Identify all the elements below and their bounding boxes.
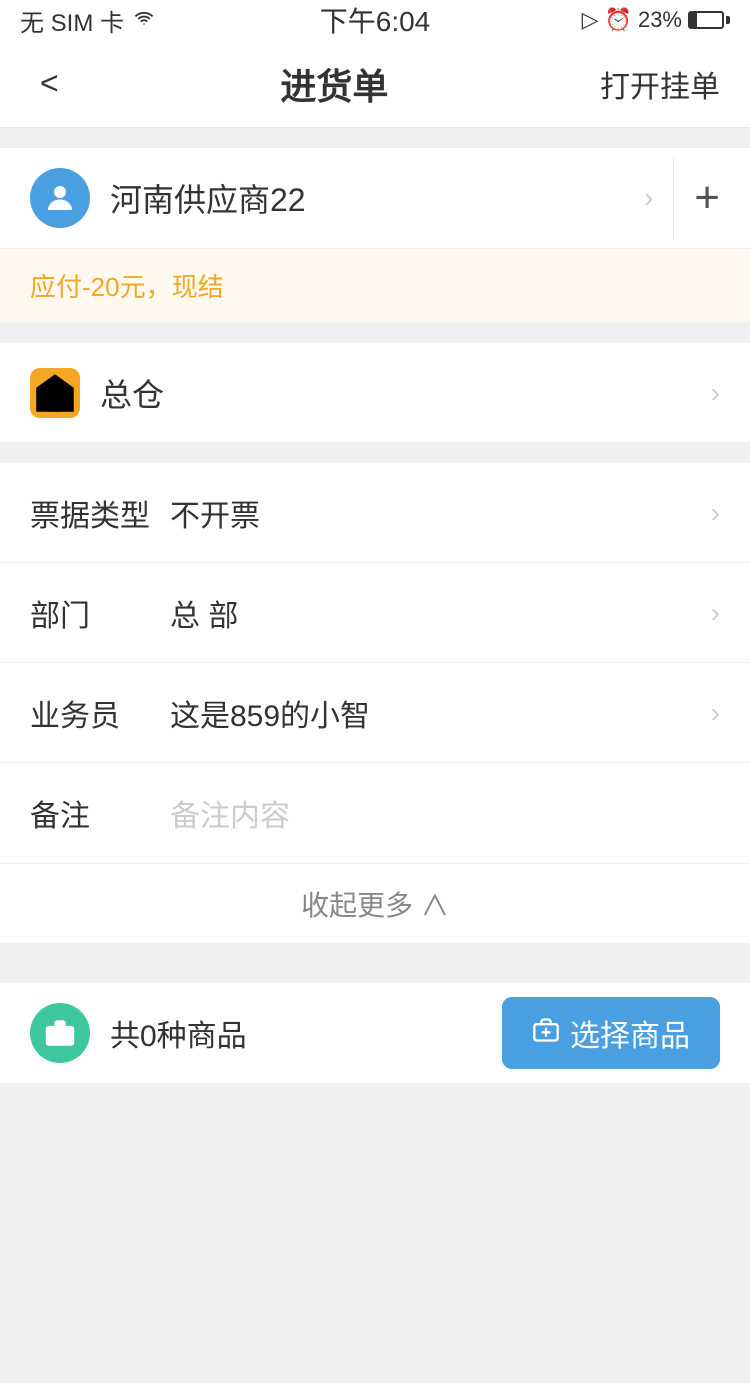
collapse-label: 收起更多 ∧ [301, 884, 449, 924]
page-title: 进货单 [280, 58, 388, 110]
ticket-type-value: 不开票 [170, 491, 711, 535]
back-button[interactable]: < [30, 55, 69, 112]
department-chevron-icon: › [711, 597, 720, 629]
ticket-type-chevron-icon: › [711, 497, 720, 529]
gps-icon: ▷ [582, 7, 599, 33]
battery-icon [688, 11, 730, 29]
warehouse-name: 总仓 [100, 370, 711, 416]
ticket-type-row[interactable]: 票据类型 不开票 › [0, 463, 750, 563]
status-time: 下午6:04 [320, 0, 431, 40]
sales-rep-row[interactable]: 业务员 这是859的小智 › [0, 663, 750, 763]
supplier-name: 河南供应商22 [110, 175, 644, 221]
select-product-label: 选择商品 [570, 1011, 690, 1055]
status-left: 无 SIM 卡 [20, 3, 156, 38]
status-right: ▷ ⏰ 23% [582, 7, 730, 33]
select-product-icon [532, 1016, 560, 1051]
department-label: 部门 [30, 591, 150, 635]
department-value: 总 部 [170, 591, 711, 635]
sales-rep-label: 业务员 [30, 691, 150, 735]
section-divider-1 [0, 128, 750, 148]
warehouse-icon [30, 368, 80, 418]
add-supplier-button[interactable]: + [673, 158, 720, 238]
department-row[interactable]: 部门 总 部 › [0, 563, 750, 663]
section-gap-3 [0, 943, 750, 963]
status-bar: 无 SIM 卡 下午6:04 ▷ ⏰ 23% [0, 0, 750, 40]
remark-placeholder: 备注内容 [170, 791, 720, 835]
carrier-label: 无 SIM 卡 [20, 3, 124, 38]
warehouse-row[interactable]: 总仓 › [0, 343, 750, 443]
supplier-chevron-icon: › [644, 182, 653, 214]
section-gap-1 [0, 323, 750, 343]
nav-bar: < 进货单 打开挂单 [0, 40, 750, 128]
sales-rep-value: 这是859的小智 [170, 691, 711, 735]
product-count: 共0种商品 [110, 1011, 502, 1055]
form-section: 票据类型 不开票 › 部门 总 部 › 业务员 这是859的小智 › 备注 备注… [0, 463, 750, 863]
sales-rep-chevron-icon: › [711, 697, 720, 729]
remark-row[interactable]: 备注 备注内容 [0, 763, 750, 863]
bottom-bar: 共0种商品 选择商品 [0, 983, 750, 1083]
ticket-type-label: 票据类型 [30, 491, 150, 535]
select-product-button[interactable]: 选择商品 [502, 997, 720, 1069]
supplier-section: 河南供应商22 › + [0, 148, 750, 249]
collapse-button[interactable]: 收起更多 ∧ [0, 863, 750, 943]
wifi-icon [132, 6, 156, 34]
supplier-row[interactable]: 河南供应商22 › [30, 148, 673, 248]
alarm-icon: ⏰ [605, 7, 632, 33]
section-gap-2 [0, 443, 750, 463]
notice-text: 应付-20元，现结 [30, 272, 224, 302]
notice-banner: 应付-20元，现结 [0, 249, 750, 323]
warehouse-chevron-icon: › [711, 377, 720, 409]
open-pending-button[interactable]: 打开挂单 [600, 62, 720, 106]
supplier-avatar [30, 168, 90, 228]
battery-percent: 23% [638, 7, 682, 33]
remark-label: 备注 [30, 791, 150, 835]
content-area [0, 1083, 750, 1383]
product-icon [30, 1003, 90, 1063]
